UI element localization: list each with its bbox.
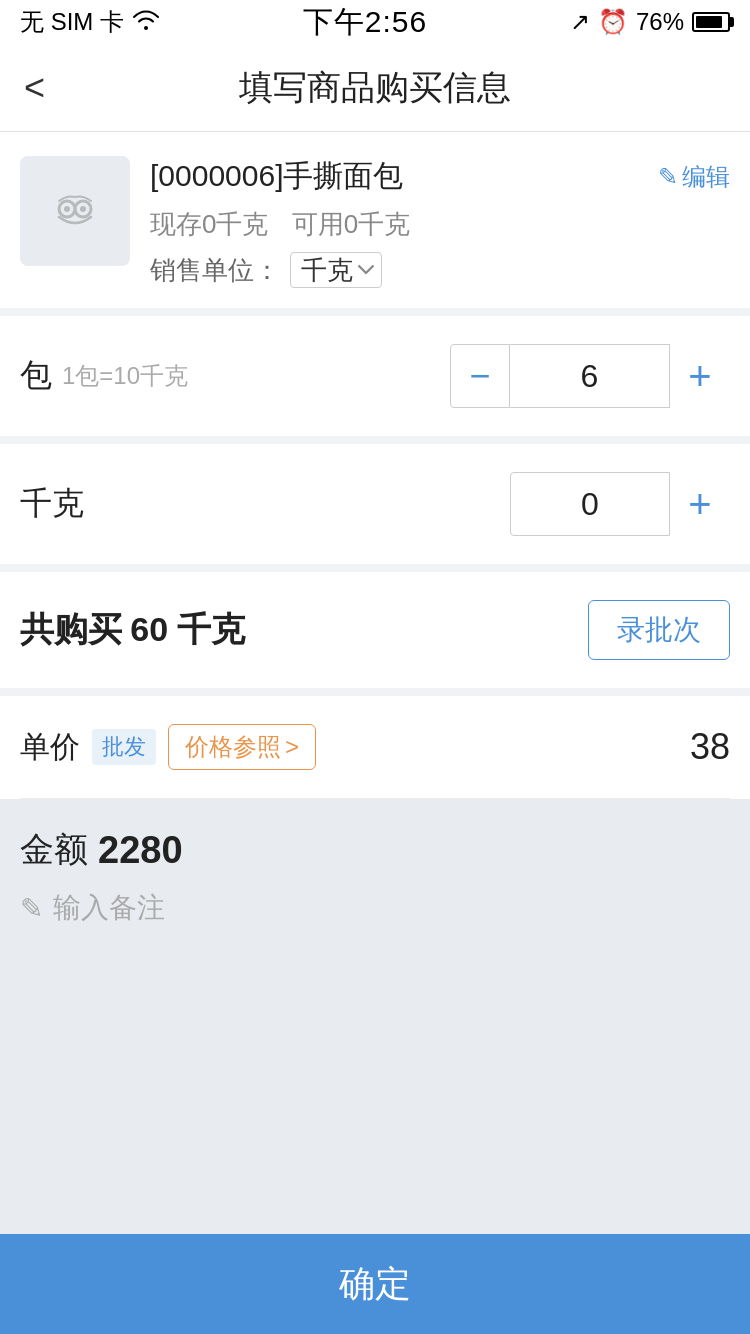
price-ref-arrow: >: [285, 733, 299, 761]
kg-row: 千克 +: [20, 444, 730, 564]
amount-label: 金额: [20, 827, 88, 873]
summary-text: 共购买 60 千克: [20, 607, 245, 653]
status-right: ↗ ⏰ 76%: [570, 8, 730, 36]
pack-row: 包 1包=10千克 − +: [20, 316, 730, 436]
separator-2: [0, 564, 750, 572]
unit-select[interactable]: 千克: [290, 252, 382, 288]
unit-label: 销售单位：: [150, 253, 280, 288]
pack-form-section: 包 1包=10千克 − +: [0, 316, 750, 436]
kg-increase-button[interactable]: +: [670, 472, 730, 536]
price-ref-label: 价格参照: [185, 731, 281, 763]
product-unit-row: 销售单位： 千克: [150, 252, 730, 288]
product-name-row: [0000006]手撕面包 ✎ 编辑: [150, 156, 730, 197]
page-title: 填写商品购买信息: [239, 65, 511, 111]
status-time: 下午2:56: [303, 2, 427, 43]
kg-quantity-input[interactable]: [510, 472, 670, 536]
location-icon: ↗: [570, 8, 590, 36]
separator-3: [0, 688, 750, 696]
back-button[interactable]: <: [24, 67, 45, 109]
kg-label-text: 千克: [20, 482, 84, 526]
summary-unit: 千克: [177, 610, 245, 648]
price-section: 单价 批发 价格参照 > 38: [0, 696, 750, 799]
summary-amount: 60: [130, 610, 168, 648]
nav-bar: < 填写商品购买信息: [0, 44, 750, 132]
stock-text: 现存0千克: [150, 209, 268, 239]
price-ref-button[interactable]: 价格参照 >: [168, 724, 316, 770]
pack-sub-label: 1包=10千克: [62, 360, 188, 392]
kg-quantity-control: +: [510, 472, 730, 536]
wifi-icon: [132, 8, 160, 36]
price-type-badge: 批发: [92, 729, 156, 765]
product-full-name: [0000006]手撕面包: [150, 156, 403, 197]
amount-section: 金额 2280 ✎ 输入备注: [0, 799, 750, 947]
pack-quantity-control: − +: [450, 344, 730, 408]
edit-icon: ✎: [658, 163, 678, 191]
price-label: 单价: [20, 727, 80, 768]
status-bar: 无 SIM 卡 下午2:56 ↗ ⏰ 76%: [0, 0, 750, 44]
price-value: 38: [690, 726, 730, 768]
carrier-text: 无 SIM 卡: [20, 6, 124, 38]
remark-icon: ✎: [20, 892, 43, 925]
edit-label: 编辑: [682, 161, 730, 193]
price-row: 单价 批发 价格参照 > 38: [20, 696, 730, 799]
price-label-group: 单价 批发 价格参照 >: [20, 724, 316, 770]
pack-decrease-button[interactable]: −: [450, 344, 510, 408]
amount-row: 金额 2280: [20, 827, 730, 873]
pack-label-group: 包 1包=10千克: [20, 354, 188, 398]
battery-percent: 76%: [636, 8, 684, 36]
batch-button[interactable]: 录批次: [588, 600, 730, 660]
remark-row[interactable]: ✎ 输入备注: [20, 889, 730, 927]
kg-label: 千克: [20, 482, 84, 526]
spacer: [0, 947, 750, 1234]
pack-quantity-input[interactable]: [510, 344, 670, 408]
edit-button[interactable]: ✎ 编辑: [658, 161, 730, 193]
svg-point-2: [64, 206, 70, 212]
product-image: [20, 156, 130, 266]
product-section: [0000006]手撕面包 ✎ 编辑 现存0千克 可用0千克 销售单位： 千克: [0, 132, 750, 316]
remark-placeholder: 输入备注: [53, 889, 165, 927]
kg-form-section: 千克 +: [0, 444, 750, 564]
amount-value: 2280: [98, 829, 183, 872]
alarm-icon: ⏰: [598, 8, 628, 36]
svg-point-3: [80, 206, 86, 212]
product-stock: 现存0千克 可用0千克: [150, 207, 730, 242]
summary-prefix: 共购买: [20, 610, 122, 648]
pack-label: 包: [20, 354, 52, 398]
pack-increase-button[interactable]: +: [670, 344, 730, 408]
separator-1: [0, 436, 750, 444]
available-text: 可用0千克: [292, 209, 410, 239]
summary-section: 共购买 60 千克 录批次: [0, 572, 750, 688]
product-info: [0000006]手撕面包 ✎ 编辑 现存0千克 可用0千克 销售单位： 千克: [150, 156, 730, 288]
battery-icon: [692, 12, 730, 32]
confirm-button[interactable]: 确定: [0, 1234, 750, 1334]
summary-row: 共购买 60 千克 录批次: [20, 572, 730, 688]
status-left: 无 SIM 卡: [20, 6, 160, 38]
